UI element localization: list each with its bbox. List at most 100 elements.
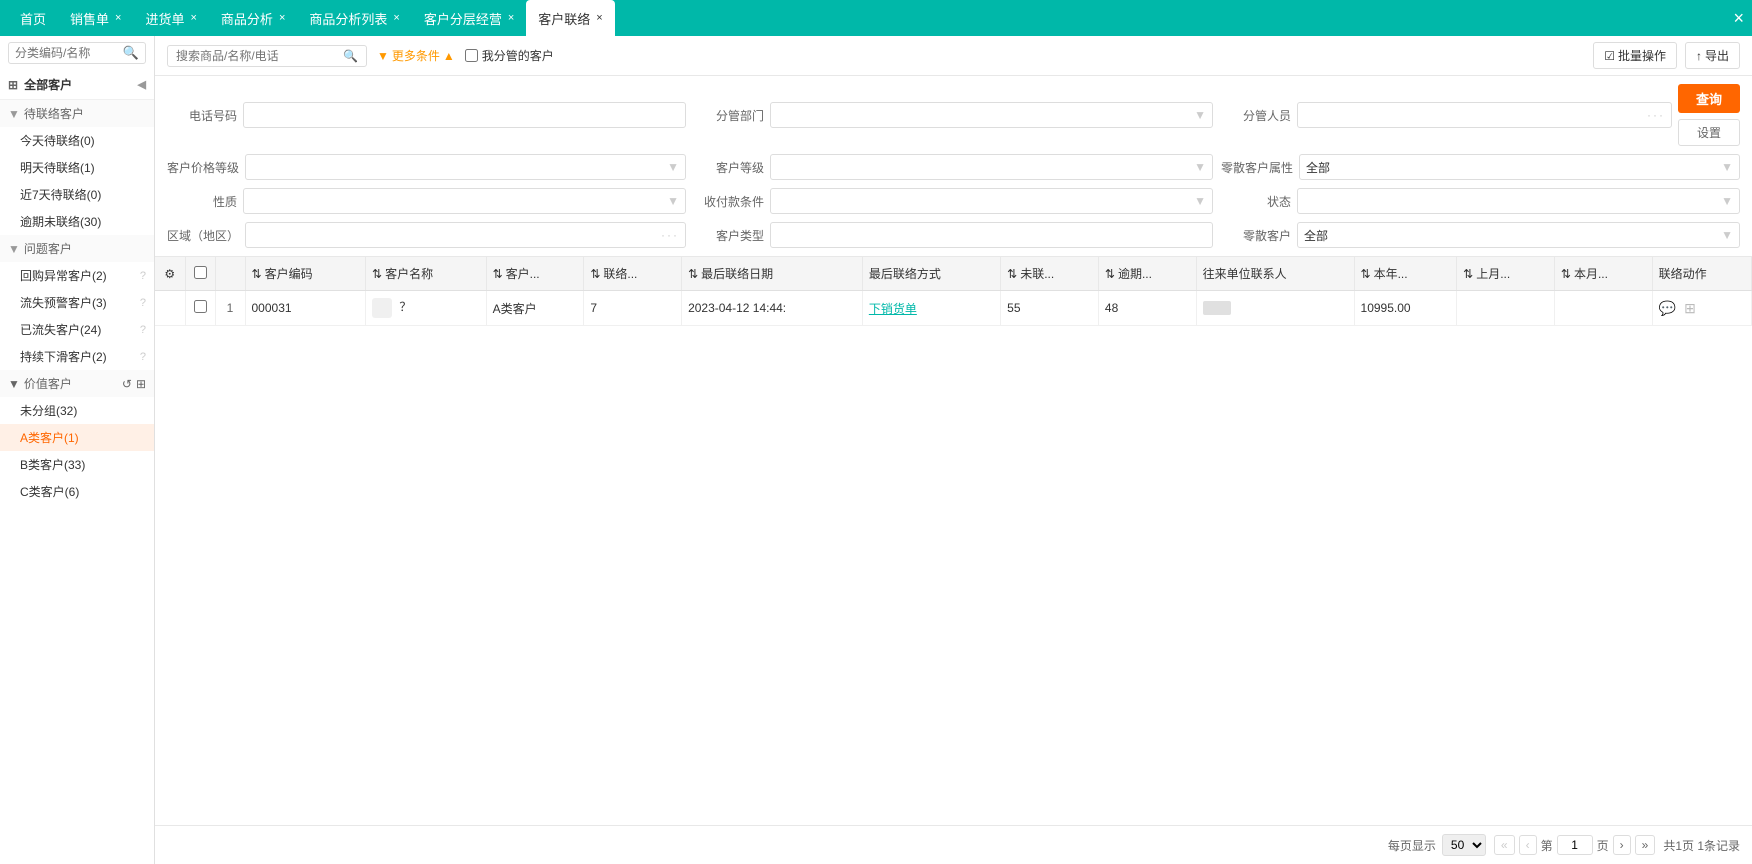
retail-attr-input[interactable]: 全部 ▼ <box>1299 154 1740 180</box>
next-page-button[interactable]: › <box>1613 835 1631 855</box>
nature-input[interactable]: ▼ <box>243 188 686 214</box>
row-checkbox[interactable] <box>194 300 207 313</box>
per-page-select[interactable]: 50 <box>1442 834 1486 856</box>
col-contact[interactable]: ⇅ 联络... <box>584 257 682 291</box>
collapse-icon[interactable]: ◀ <box>138 78 146 91</box>
sidebar-item-class-a[interactable]: A类客户(1) <box>0 424 154 451</box>
my-customers-checkbox[interactable]: 我分管的客户 <box>465 47 554 64</box>
col-not-contacted[interactable]: ⇅ 未联... <box>1001 257 1099 291</box>
close-analysis-list-tab[interactable]: × <box>393 12 399 24</box>
retail-customer-arrow-icon: ▼ <box>1721 228 1733 242</box>
add-group-icon[interactable]: ⊞ <box>136 377 146 391</box>
staff-input[interactable]: ··· <box>1297 102 1672 128</box>
row-last-contact-method-cell[interactable]: 下销货单 <box>862 291 1000 326</box>
close-customer-segment-tab[interactable]: × <box>508 12 514 24</box>
close-customer-contact-tab[interactable]: × <box>596 12 602 24</box>
all-customers-header[interactable]: ⊞ 全部客户 ◀ <box>0 70 154 100</box>
settings-button[interactable]: 设置 <box>1678 119 1740 146</box>
filter-search-icon[interactable]: 🔍 <box>343 49 358 63</box>
sidebar-item-unclassified[interactable]: 未分组(32) <box>0 397 154 424</box>
value-customers-group[interactable]: ▼ 价值客户 ↺ ⊞ <box>0 370 154 397</box>
col-index <box>215 257 245 291</box>
col-last-contact-date[interactable]: ⇅ 最后联络日期 <box>682 257 863 291</box>
close-all-button[interactable]: × <box>1733 8 1744 29</box>
pending-customers-group[interactable]: ▼ 待联络客户 <box>0 100 154 127</box>
status-input[interactable]: ▼ <box>1297 188 1740 214</box>
col-code[interactable]: ⇅ 客户编码 <box>245 257 366 291</box>
sidebar-item-overdue[interactable]: 逾期未联络(30) <box>0 208 154 235</box>
price-filter-row: 客户价格等级 ▼ <box>167 154 686 180</box>
sidebar-item-repurchase-abnormal[interactable]: 回购异常客户(2) ? <box>0 262 154 289</box>
filter-search-box[interactable]: 🔍 <box>167 45 367 67</box>
nav-customer-segment[interactable]: 客户分层经营 × <box>412 0 526 36</box>
region-label: 区域（地区） <box>167 227 239 244</box>
sidebar-search-box[interactable]: 🔍 <box>8 42 146 64</box>
my-customers-check[interactable] <box>465 49 478 62</box>
row-this-month-cell <box>1554 291 1652 326</box>
row-checkbox-cell[interactable] <box>185 291 215 326</box>
region-input[interactable]: ··· <box>245 222 686 248</box>
last-page-button[interactable]: » <box>1635 835 1656 855</box>
batch-operation-button[interactable]: ☑ 批量操作 <box>1593 42 1677 69</box>
sidebar-item-declining[interactable]: 持续下滑客户(2) ? <box>0 343 154 370</box>
problem-customers-group[interactable]: ▼ 问题客户 <box>0 235 154 262</box>
col-settings[interactable]: ⚙ <box>155 257 185 291</box>
price-input[interactable]: ▼ <box>245 154 686 180</box>
close-analysis-tab[interactable]: × <box>279 12 285 24</box>
contact-method-link[interactable]: 下销货单 <box>869 302 917 316</box>
phone-input[interactable] <box>243 102 686 128</box>
message-action-icon[interactable]: 💬 <box>1659 300 1676 317</box>
more-conditions-button[interactable]: ▼ 更多条件 ▲ <box>377 47 455 64</box>
retail-attr-label: 零散客户属性 <box>1221 159 1293 176</box>
sort-icon-contact: ⇅ <box>590 267 600 281</box>
query-button[interactable]: 查询 <box>1678 84 1740 113</box>
sidebar-item-churn-warning[interactable]: 流失预警客户(3) ? <box>0 289 154 316</box>
staff-dots-icon: ··· <box>1647 108 1665 122</box>
col-category[interactable]: ⇅ 客户... <box>486 257 584 291</box>
col-unit-contact[interactable]: 往来单位联系人 <box>1196 257 1354 291</box>
filter-search-input[interactable] <box>176 49 343 63</box>
refresh-icon[interactable]: ↺ <box>122 377 132 391</box>
sidebar-search-input[interactable] <box>15 46 123 60</box>
nav-customer-contact[interactable]: 客户联络 × <box>526 0 614 36</box>
sidebar-item-churned[interactable]: 已流失客户(24) ? <box>0 316 154 343</box>
page-number-input[interactable] <box>1557 835 1593 855</box>
col-this-year[interactable]: ⇅ 本年... <box>1354 257 1457 291</box>
row-code-cell: 000031 <box>245 291 366 326</box>
payment-filter-row: 收付款条件 ▼ <box>694 188 1213 214</box>
sidebar-search-icon[interactable]: 🔍 <box>123 45 139 61</box>
customer-type-input[interactable] <box>770 222 1213 248</box>
select-all-checkbox[interactable] <box>194 266 207 279</box>
sidebar-item-tomorrow[interactable]: 明天待联络(1) <box>0 154 154 181</box>
nav-home[interactable]: 首页 <box>8 0 58 36</box>
col-this-month[interactable]: ⇅ 本月... <box>1554 257 1652 291</box>
level-arrow-icon: ▼ <box>1194 160 1206 174</box>
prev-page-button[interactable]: ‹ <box>1519 835 1537 855</box>
sidebar-item-today[interactable]: 今天待联络(0) <box>0 127 154 154</box>
export-button[interactable]: ↑ 导出 <box>1685 42 1740 69</box>
first-page-button[interactable]: « <box>1494 835 1515 855</box>
advanced-filter: 电话号码 分管部门 ▼ 分管人员 ··· 查询 设置 <box>155 76 1752 257</box>
nature-filter-row: 性质 ▼ <box>167 188 686 214</box>
col-name[interactable]: ⇅ 客户名称 <box>366 257 487 291</box>
dept-input[interactable]: ▼ <box>770 102 1213 128</box>
col-overdue[interactable]: ⇅ 逾期... <box>1098 257 1196 291</box>
nav-sales[interactable]: 销售单 × <box>58 0 133 36</box>
col-last-contact-method[interactable]: 最后联络方式 <box>862 257 1000 291</box>
col-last-month[interactable]: ⇅ 上月... <box>1457 257 1555 291</box>
nav-purchase[interactable]: 进货单 × <box>133 0 208 36</box>
sidebar-item-7days[interactable]: 近7天待联络(0) <box>0 181 154 208</box>
nav-analysis[interactable]: 商品分析 × <box>209 0 297 36</box>
level-input[interactable]: ▼ <box>770 154 1213 180</box>
row-not-contacted-cell: 55 <box>1001 291 1099 326</box>
retail-customer-input[interactable]: 全部 ▼ <box>1297 222 1740 248</box>
qr-action-icon[interactable]: ⊞ <box>1684 300 1696 317</box>
row-last-contact-date-cell: 2023-04-12 14:44: <box>682 291 863 326</box>
query-settings-col: 查询 设置 <box>1678 84 1740 146</box>
sidebar-item-class-b[interactable]: B类客户(33) <box>0 451 154 478</box>
close-purchase-tab[interactable]: × <box>190 12 196 24</box>
sidebar-item-class-c[interactable]: C类客户(6) <box>0 478 154 505</box>
payment-input[interactable]: ▼ <box>770 188 1213 214</box>
nav-analysis-list[interactable]: 商品分析列表 × <box>297 0 411 36</box>
close-sales-tab[interactable]: × <box>115 12 121 24</box>
